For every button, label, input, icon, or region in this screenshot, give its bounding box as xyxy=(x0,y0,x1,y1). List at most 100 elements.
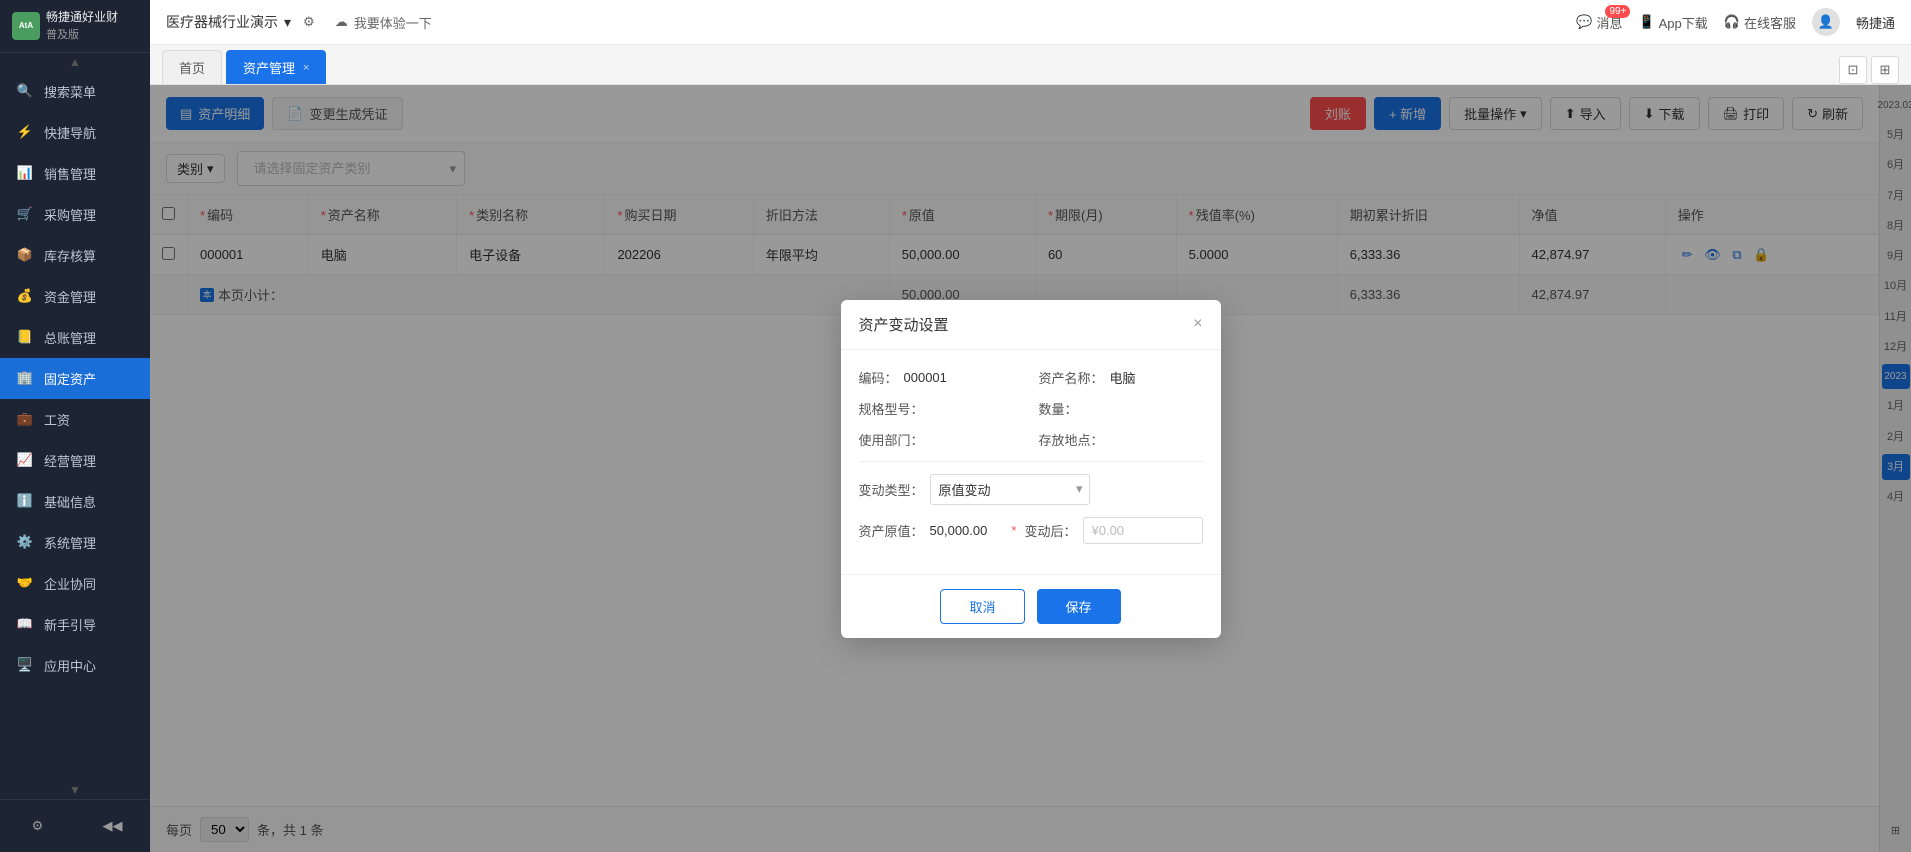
asset-change-modal: 资产变动设置 × 编码： 000001 资产名称： 电脑 xyxy=(841,300,1221,638)
sidebar-header: AtA 畅捷通好业财 普及版 xyxy=(0,0,150,53)
experience-btn[interactable]: ☁ 我要体验一下 xyxy=(335,13,432,32)
modal-title: 资产变动设置 xyxy=(859,314,949,335)
sidebar-collapse-btn[interactable]: ◀◀ xyxy=(75,810,150,842)
modal-overlay: 资产变动设置 × 编码： 000001 资产名称： 电脑 xyxy=(150,85,1911,852)
sidebar-item-finance[interactable]: 💰 资金管理 xyxy=(0,276,150,317)
main-area: 医疗器械行业演示 ▾ ⚙ ☁ 我要体验一下 💬 消息 99+ 📱 App下载 xyxy=(150,0,1911,852)
sales-icon: 📊 xyxy=(16,164,34,182)
settings-icon[interactable]: ⚙ xyxy=(303,14,315,30)
sidebar-footer: ⚙ ◀◀ xyxy=(0,799,150,852)
sidebar-item-operations[interactable]: 📈 经营管理 xyxy=(0,440,150,481)
sidebar-item-label: 工资 xyxy=(44,410,70,429)
sidebar-item-label: 库存核算 xyxy=(44,246,96,265)
sidebar-item-enterprise[interactable]: 🤝 企业协同 xyxy=(0,563,150,604)
logo-sub: 普及版 xyxy=(46,26,118,42)
sidebar-item-guide[interactable]: 📖 新手引导 xyxy=(0,604,150,645)
sidebar-settings-btn[interactable]: ⚙ xyxy=(0,810,75,842)
sidebar-item-label: 基础信息 xyxy=(44,492,96,511)
logo-icon: AtA xyxy=(12,12,40,40)
sidebar-item-ledger[interactable]: 📒 总账管理 xyxy=(0,317,150,358)
sidebar-item-label: 搜索菜单 xyxy=(44,82,96,101)
sidebar-item-search[interactable]: 🔍 搜索菜单 xyxy=(0,71,150,112)
modal-footer: 取消 保存 xyxy=(841,574,1221,638)
form-row-1: 编码： 000001 资产名称： 电脑 xyxy=(859,368,1203,387)
app-download-btn[interactable]: 📱 App下载 xyxy=(1638,13,1707,32)
tab-restore-btn[interactable]: ⊡ xyxy=(1839,56,1867,84)
sidebar-item-purchase[interactable]: 🛒 采购管理 xyxy=(0,194,150,235)
tab-home[interactable]: 首页 xyxy=(162,50,222,84)
top-bar: 医疗器械行业演示 ▾ ⚙ ☁ 我要体验一下 💬 消息 99+ 📱 App下载 xyxy=(150,0,1911,45)
sidebar-item-fixed-assets[interactable]: 🏢 固定资产 xyxy=(0,358,150,399)
original-value-display: 50,000.00 xyxy=(930,523,988,538)
username: 畅捷通 xyxy=(1856,13,1895,32)
tab-bar: 首页 资产管理 × ⊡ ⊞ xyxy=(150,45,1911,85)
sidebar-item-label: 系统管理 xyxy=(44,533,96,552)
cancel-button[interactable]: 取消 xyxy=(940,589,1024,624)
save-button[interactable]: 保存 xyxy=(1037,589,1121,624)
enterprise-icon: 🤝 xyxy=(16,574,34,592)
form-row-2: 规格型号： 数量： xyxy=(859,399,1203,418)
tab-close-icon[interactable]: × xyxy=(303,62,309,74)
form-item-change-type: 变动类型： 原值变动 ▾ xyxy=(859,474,1090,505)
app-center-icon: 🖥️ xyxy=(16,656,34,674)
sidebar-item-label: 新手引导 xyxy=(44,615,96,634)
code-value: 000001 xyxy=(904,370,947,385)
tab-maximize-btn[interactable]: ⊞ xyxy=(1871,56,1899,84)
sidebar-scroll-down[interactable]: ▼ xyxy=(69,783,81,797)
sidebar-item-inventory[interactable]: 📦 库存核算 xyxy=(0,235,150,276)
asset-name-value: 电脑 xyxy=(1110,368,1136,387)
modal-header: 资产变动设置 × xyxy=(841,300,1221,350)
logo-abbr: AtA xyxy=(19,21,33,30)
form-item-placeholder xyxy=(1106,474,1203,505)
sidebar-item-label: 采购管理 xyxy=(44,205,96,224)
form-item-dept: 使用部门： xyxy=(859,430,1023,449)
tab-asset-management[interactable]: 资产管理 × xyxy=(226,50,326,84)
change-type-arrow-icon: ▾ xyxy=(1070,481,1089,497)
form-item-code: 编码： 000001 xyxy=(859,368,1023,387)
sidebar-item-label: 资金管理 xyxy=(44,287,96,306)
content-area: ▤ 资产明细 📄 变更生成凭证 刘账 + 新增 xyxy=(150,85,1911,852)
sidebar-item-app-center[interactable]: 🖥️ 应用中心 xyxy=(0,645,150,686)
form-row-values: 资产原值： 50,000.00 * 变动后： xyxy=(859,517,1203,544)
form-divider xyxy=(859,461,1203,462)
salary-icon: 💼 xyxy=(16,410,34,428)
sidebar-item-label: 总账管理 xyxy=(44,328,96,347)
inventory-icon: 📦 xyxy=(16,246,34,264)
guide-icon: 📖 xyxy=(16,615,34,633)
ledger-icon: 📒 xyxy=(16,328,34,346)
sidebar-item-label: 销售管理 xyxy=(44,164,96,183)
search-icon: 🔍 xyxy=(16,82,34,100)
sidebar-item-salary[interactable]: 💼 工资 xyxy=(0,399,150,440)
after-change-input[interactable] xyxy=(1083,517,1203,544)
sidebar-item-sales[interactable]: 📊 销售管理 xyxy=(0,153,150,194)
modal-body: 编码： 000001 资产名称： 电脑 规格型号： xyxy=(841,350,1221,574)
modal-close-btn[interactable]: × xyxy=(1193,315,1202,333)
sidebar-item-quicknav[interactable]: ⚡ 快捷导航 xyxy=(0,112,150,153)
purchase-icon: 🛒 xyxy=(16,205,34,223)
change-type-select[interactable]: 原值变动 ▾ xyxy=(930,474,1090,505)
logo-text: 畅捷通好业财 xyxy=(46,10,118,26)
fixed-assets-icon: 🏢 xyxy=(16,369,34,387)
company-name: 医疗器械行业演示 ▾ xyxy=(166,12,291,32)
messages-btn[interactable]: 💬 消息 99+ xyxy=(1576,13,1622,32)
form-item-spec: 规格型号： xyxy=(859,399,1023,418)
tab-actions: ⊡ ⊞ xyxy=(1839,56,1899,84)
sidebar-item-basic-info[interactable]: ℹ️ 基础信息 xyxy=(0,481,150,522)
system-icon: ⚙️ xyxy=(16,533,34,551)
basic-info-icon: ℹ️ xyxy=(16,492,34,510)
sidebar: AtA 畅捷通好业财 普及版 ▲ 🔍 搜索菜单 ⚡ 快捷导航 📊 xyxy=(0,0,150,852)
online-service-btn[interactable]: 🎧 在线客服 xyxy=(1724,13,1796,32)
user-avatar[interactable]: 👤 xyxy=(1812,8,1840,36)
sidebar-item-label: 快捷导航 xyxy=(44,123,96,142)
sidebar-item-system[interactable]: ⚙️ 系统管理 xyxy=(0,522,150,563)
sidebar-nav: 🔍 搜索菜单 ⚡ 快捷导航 📊 销售管理 🛒 采购管理 📦 库存核算 💰 xyxy=(0,71,150,781)
sidebar-item-label: 经营管理 xyxy=(44,451,96,470)
quick-nav-icon: ⚡ xyxy=(16,123,34,141)
sidebar-scroll-up[interactable]: ▲ xyxy=(69,55,81,69)
sidebar-item-label: 应用中心 xyxy=(44,656,96,675)
top-bar-right: 💬 消息 99+ 📱 App下载 🎧 在线客服 👤 畅捷通 xyxy=(1576,8,1895,36)
form-item-original-value: 资产原值： 50,000.00 xyxy=(859,517,996,544)
message-badge: 99+ xyxy=(1605,5,1630,18)
form-item-asset-name: 资产名称： 电脑 xyxy=(1039,368,1203,387)
sidebar-item-label: 企业协同 xyxy=(44,574,96,593)
